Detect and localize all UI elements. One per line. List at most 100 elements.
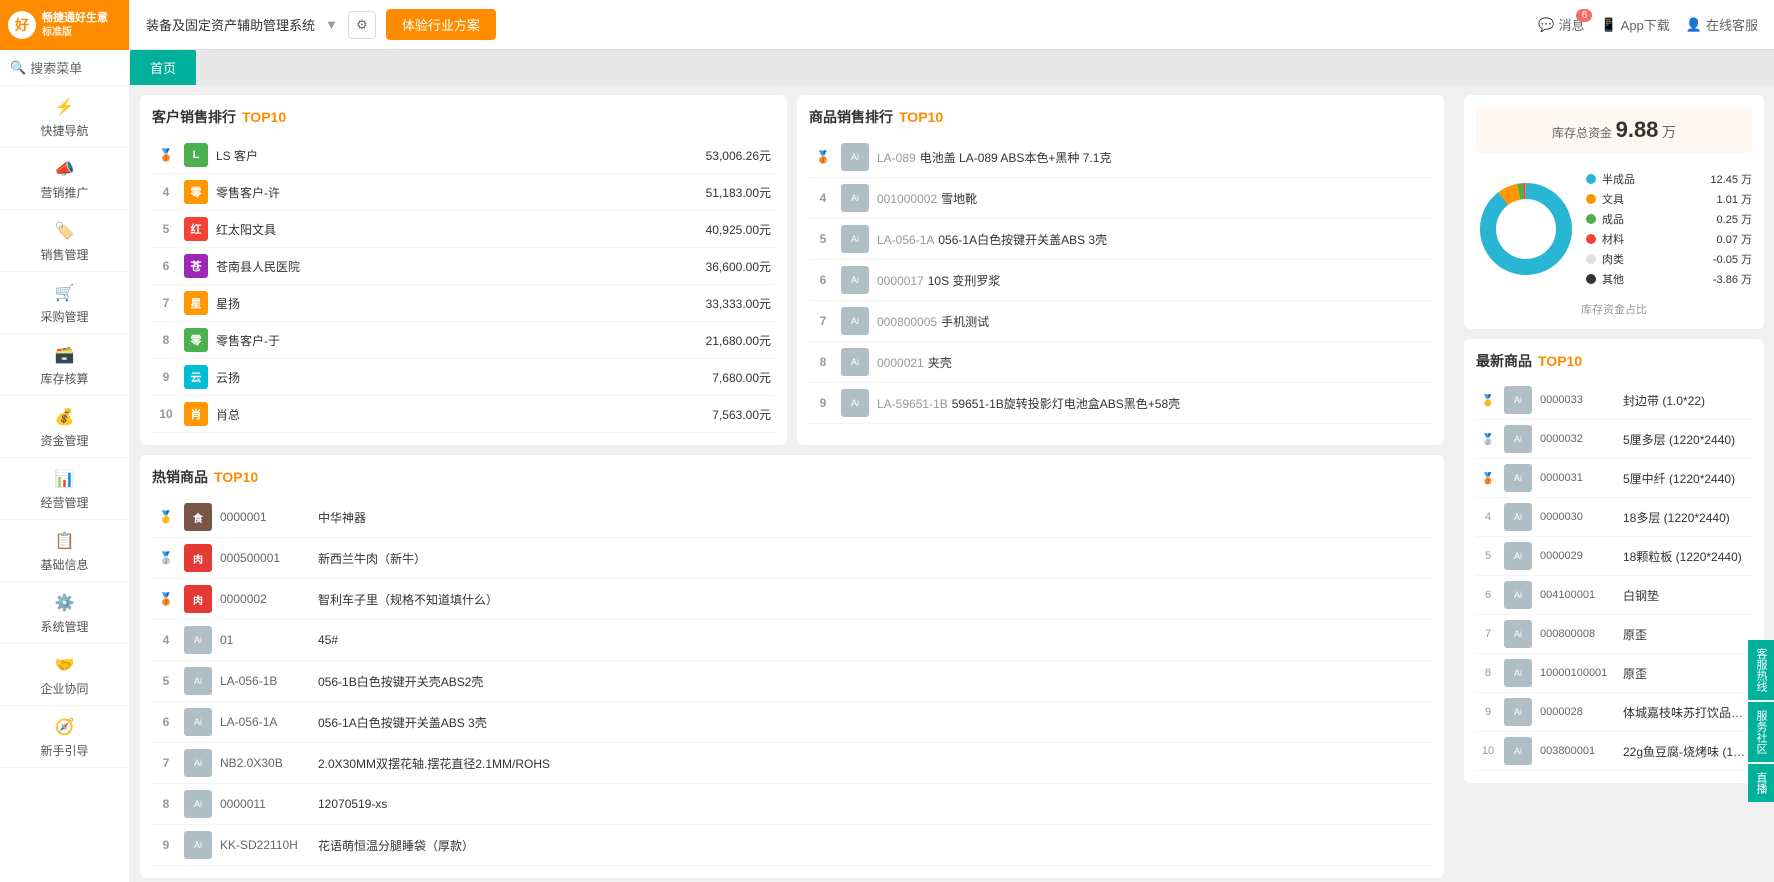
- rank-num: 🥈: [1480, 433, 1496, 446]
- customer-rank-list: 🥉 L LS 客户 53,006.26元 4 零 零售客户-许 51,183.0…: [152, 137, 775, 433]
- sidebar-item-basic-info[interactable]: 📋 基础信息: [0, 520, 129, 582]
- customer-name: 星扬: [216, 295, 698, 312]
- inventory-icon: 🗃️: [54, 344, 76, 366]
- rank-num: 🥉: [156, 148, 176, 162]
- logo-title: 畅捷通好生意: [42, 11, 108, 25]
- sidebar-item-marketing[interactable]: 📣 营销推广: [0, 148, 129, 210]
- message-badge[interactable]: 💬 消息 6: [1538, 15, 1584, 34]
- new-prod-row: 5 Ai 0000029 18颗粒板 (1220*2440): [1476, 537, 1752, 576]
- settings-button[interactable]: ⚙: [348, 11, 376, 39]
- customer-name: 云扬: [216, 369, 704, 386]
- new-prod-row: 🥉 Ai 0000031 5厘中纤 (1220*2440): [1476, 459, 1752, 498]
- product-ranking-card: 商品销售排行 TOP10 🥉 Ai LA-089电池盖 LA-089 ABS本色…: [797, 95, 1444, 445]
- logo-icon: 好: [8, 11, 36, 39]
- sidebar-item-enterprise[interactable]: 🤝 企业协同: [0, 644, 129, 706]
- newest-products-card: 最新商品 TOP10 🥇 Ai 0000033 封边带 (1.0*22) 🥈 A…: [1464, 339, 1764, 783]
- product-name: 5厘中纤 (1220*2440): [1623, 470, 1748, 487]
- logo-sub: 标准版: [42, 26, 108, 39]
- inventory-total: 库存总资金 9.88 万: [1476, 107, 1752, 153]
- product-rank-row: 🥉 Ai LA-089电池盖 LA-089 ABS本色+黑种 7.1克: [809, 137, 1432, 178]
- product-name: 0000021夹壳: [877, 354, 1428, 371]
- product-rank-row: 7 Ai 000800005手机测试: [809, 301, 1432, 342]
- float-customer-service[interactable]: 客服热线: [1748, 640, 1774, 700]
- float-service-community[interactable]: 服务社区: [1748, 702, 1774, 762]
- legend-item: 半成品 12.45 万: [1586, 169, 1752, 189]
- hot-product-row: 9 Ai KK-SD22110H 花语萌恒温分腿睡袋（厚款）: [152, 825, 1432, 866]
- sidebar-item-inventory[interactable]: 🗃️ 库存核算: [0, 334, 129, 396]
- product-thumb: Ai: [1504, 464, 1532, 492]
- product-name: 000001710S 变刑罗浆: [877, 272, 1428, 289]
- app-download-link[interactable]: 📱 App下载: [1600, 15, 1669, 34]
- rank-num: 🥉: [1480, 472, 1496, 485]
- product-name: 056-1B白色按键开关壳ABS2壳: [318, 673, 1428, 690]
- product-name: 体城嘉枝味苏打饮品400毫升 (1*15): [1623, 704, 1748, 721]
- product-name: 001000002雪地靴: [877, 190, 1428, 207]
- rank-num: 5: [156, 222, 176, 236]
- product-thumb: Ai: [184, 790, 212, 818]
- rank-num: 6: [156, 259, 176, 273]
- sidebar-item-purchase[interactable]: 🛒 采购管理: [0, 272, 129, 334]
- legend-color: [1586, 174, 1596, 184]
- rank-num: 🥇: [1480, 394, 1496, 407]
- customer-amount: 7,680.00元: [712, 369, 771, 386]
- product-thumb: Ai: [841, 184, 869, 212]
- search-icon: 🔍: [10, 60, 26, 76]
- product-code: 01: [220, 633, 310, 647]
- product-name: 18多层 (1220*2440): [1623, 509, 1748, 526]
- online-service-link[interactable]: 👤 在线客服: [1686, 15, 1758, 34]
- new-prod-row: 9 Ai 0000028 体城嘉枝味苏打饮品400毫升 (1*15): [1476, 693, 1752, 732]
- customer-name: 肖总: [216, 406, 704, 423]
- customer-rank-row: 9 云 云扬 7,680.00元: [152, 359, 775, 396]
- product-name: 花语萌恒温分腿睡袋（厚款）: [318, 837, 1428, 854]
- product-code: 0000033: [1540, 394, 1615, 406]
- sidebar-item-quick-nav[interactable]: ⚡ 快捷导航: [0, 86, 129, 148]
- product-name: 056-1A白色按键开关盖ABS 3壳: [318, 714, 1428, 731]
- sidebar-item-guide[interactable]: 🧭 新手引导: [0, 706, 129, 768]
- customer-rank-row: 5 红 红太阳文具 40,925.00元: [152, 211, 775, 248]
- rank-num: 8: [156, 333, 176, 347]
- product-code: 0000028: [1540, 706, 1615, 718]
- newest-products-list: 🥇 Ai 0000033 封边带 (1.0*22) 🥈 Ai 0000032 5…: [1476, 381, 1752, 771]
- float-live[interactable]: 直播: [1748, 764, 1774, 802]
- trial-btn[interactable]: 体验行业方案: [386, 9, 496, 40]
- product-name: 中华神器: [318, 509, 1428, 526]
- product-name: 2.0X30MM双摆花轴.摆花直径2.1MM/ROHS: [318, 755, 1428, 772]
- rank-num: 8: [1480, 667, 1496, 679]
- customer-name: 苍南县人民医院: [216, 258, 698, 275]
- left-panel: 客户销售排行 TOP10 🥉 L LS 客户 53,006.26元 4: [130, 85, 1454, 882]
- sidebar-item-operations[interactable]: 📊 经营管理: [0, 458, 129, 520]
- title-dropdown-icon[interactable]: ▼: [325, 17, 338, 32]
- mobile-icon: 📱: [1600, 17, 1616, 33]
- new-prod-row: 6 Ai 004100001 白钢垫: [1476, 576, 1752, 615]
- sidebar-search-menu[interactable]: 🔍 搜索菜单: [0, 50, 129, 86]
- customer-amount: 33,333.00元: [706, 295, 771, 312]
- product-thumb: Ai: [1504, 425, 1532, 453]
- customer-amount: 40,925.00元: [706, 221, 771, 238]
- rank-num: 7: [1480, 628, 1496, 640]
- legend-color: [1586, 194, 1596, 204]
- rank-num: 6: [156, 715, 176, 729]
- rank-num: 4: [156, 185, 176, 199]
- rank-num: 🥇: [156, 510, 176, 524]
- sidebar-item-system[interactable]: ⚙️ 系统管理: [0, 582, 129, 644]
- product-thumb: 肉: [184, 585, 212, 613]
- product-name: LA-089电池盖 LA-089 ABS本色+黑种 7.1克: [877, 149, 1428, 166]
- rank-num: 7: [156, 296, 176, 310]
- message-icon: 💬: [1538, 17, 1554, 33]
- rank-num: 9: [1480, 706, 1496, 718]
- basic-info-icon: 📋: [54, 530, 76, 552]
- customer-avatar: L: [184, 143, 208, 167]
- sidebar-item-finance[interactable]: 💰 资金管理: [0, 396, 129, 458]
- customer-rank-row: 4 零 零售客户-许 51,183.00元: [152, 174, 775, 211]
- service-icon: 👤: [1686, 17, 1702, 33]
- inventory-card: 库存总资金 9.88 万: [1464, 95, 1764, 329]
- hot-product-row: 8 Ai 0000011 12070519-xs: [152, 784, 1432, 825]
- main-area: 装备及固定资产辅助管理系统 ▼ ⚙ 体验行业方案 💬 消息 6 📱 App下载 …: [130, 0, 1774, 882]
- product-name: 原歪: [1623, 626, 1748, 643]
- legend-item: 肉类 -0.05 万: [1586, 249, 1752, 269]
- tab-home[interactable]: 首页: [130, 50, 196, 85]
- customer-amount: 7,563.00元: [712, 406, 771, 423]
- sidebar-item-sales[interactable]: 🏷️ 销售管理: [0, 210, 129, 272]
- customer-avatar: 红: [184, 217, 208, 241]
- product-code: KK-SD22110H: [220, 838, 310, 852]
